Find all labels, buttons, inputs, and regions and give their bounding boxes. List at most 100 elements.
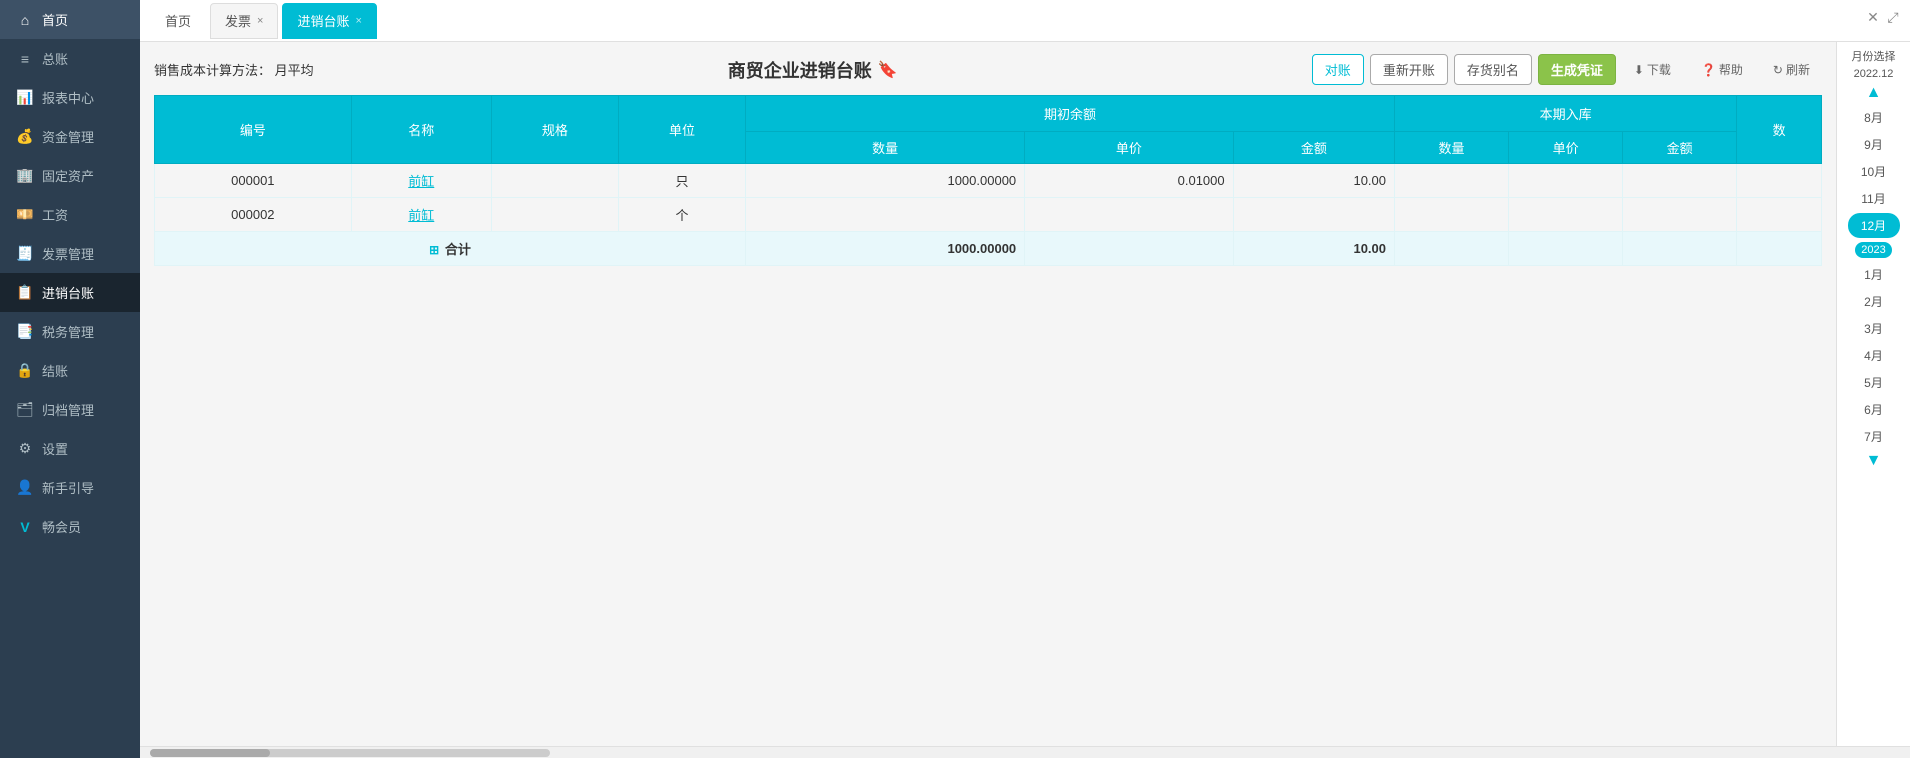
tab-purchase-sales-close[interactable]: × xyxy=(355,15,361,27)
sidebar-item-guide[interactable]: 👤 新手引导 xyxy=(0,468,140,507)
cell-extra xyxy=(1737,198,1822,232)
tab-invoice-close[interactable]: × xyxy=(257,15,263,27)
cell-in-price xyxy=(1509,198,1623,232)
col-group-inbound: 本期入库 xyxy=(1395,96,1737,132)
page-title: 商贸企业进销台账 🔖 xyxy=(728,57,898,83)
month-item-2023-2[interactable]: 2月 xyxy=(1848,289,1900,314)
sidebar-item-label: 设置 xyxy=(42,439,68,458)
sidebar-item-vip[interactable]: V 畅会员 xyxy=(0,507,140,546)
cost-method: 销售成本计算方法： 月平均 xyxy=(154,60,314,79)
sidebar-item-tax[interactable]: 📑 税务管理 xyxy=(0,312,140,351)
data-table: 编号 名称 规格 单位 期初余额 本期入库 数 数量 单价 金额 数量 单价 xyxy=(154,95,1822,266)
col-extra: 数 xyxy=(1737,96,1822,164)
close-button[interactable]: ✕ xyxy=(1864,8,1882,26)
cell-spec xyxy=(491,164,618,198)
col-opening-amount: 金额 xyxy=(1233,132,1394,164)
tab-purchase-sales[interactable]: 进销台账 × xyxy=(282,3,376,39)
tab-home[interactable]: 首页 xyxy=(150,3,206,39)
tab-bar: 首页 发票 × 进销台账 × xyxy=(140,0,1910,42)
scroll-down-button[interactable]: ▼ xyxy=(1866,450,1882,472)
cell-in-qty xyxy=(1395,198,1509,232)
tab-purchase-sales-label: 进销台账 xyxy=(297,11,349,30)
sidebar-item-archive[interactable]: 🗂 归档管理 xyxy=(0,390,140,429)
total-in-qty xyxy=(1395,232,1509,266)
cell-in-qty xyxy=(1395,164,1509,198)
tab-home-label: 首页 xyxy=(165,11,191,30)
col-in-price: 单价 xyxy=(1509,132,1623,164)
download-label: 下载 xyxy=(1647,61,1671,78)
vip-icon: V xyxy=(16,519,34,535)
cell-code: 000001 xyxy=(155,164,352,198)
sidebar-item-reports[interactable]: 📊 报表中心 xyxy=(0,78,140,117)
sidebar-item-label: 归档管理 xyxy=(42,400,94,419)
download-button[interactable]: ⬇ 下载 xyxy=(1622,56,1683,83)
month-item-11[interactable]: 11月 xyxy=(1848,186,1900,211)
sidebar-item-label: 进销台账 xyxy=(42,283,94,302)
month-item-2023-1[interactable]: 1月 xyxy=(1848,262,1900,287)
sidebar-item-purchase-sales[interactable]: 📋 进销台账 xyxy=(0,273,140,312)
sidebar-item-assets[interactable]: 🏢 固定资产 xyxy=(0,156,140,195)
cell-code: 000002 xyxy=(155,198,352,232)
month-item-2023-5[interactable]: 5月 xyxy=(1848,370,1900,395)
sidebar-item-label: 新手引导 xyxy=(42,478,94,497)
tab-invoice[interactable]: 发票 × xyxy=(210,3,278,39)
info-icon[interactable]: 🔖 xyxy=(878,60,898,80)
month-panel-year-2022: 2022.12 xyxy=(1854,68,1894,80)
page-body: 销售成本计算方法： 月平均 商贸企业进销台账 🔖 对账 重新开账 存货别名 生成… xyxy=(140,42,1836,746)
cost-method-value: 月平均 xyxy=(275,63,314,78)
year-2023-badge: 2023 xyxy=(1855,242,1891,258)
generate-voucher-button[interactable]: 生成凭证 xyxy=(1538,54,1616,85)
window-controls: ✕ ⤢ xyxy=(1856,0,1910,26)
ledger-icon: ≡ xyxy=(16,51,34,67)
bottom-scrollbar[interactable] xyxy=(140,746,1910,758)
reopen-button[interactable]: 重新开账 xyxy=(1370,54,1448,85)
month-item-12[interactable]: 12月 xyxy=(1848,213,1900,238)
col-in-qty: 数量 xyxy=(1395,132,1509,164)
cell-in-amount xyxy=(1623,164,1737,198)
month-item-8[interactable]: 8月 xyxy=(1848,105,1900,130)
month-item-10[interactable]: 10月 xyxy=(1848,159,1900,184)
sidebar-item-funds[interactable]: 💰 资金管理 xyxy=(0,117,140,156)
purchase-sales-icon: 📋 xyxy=(16,284,34,301)
name-link[interactable]: 前缸 xyxy=(408,208,434,223)
month-item-9[interactable]: 9月 xyxy=(1848,132,1900,157)
refresh-button[interactable]: ↻ 刷新 xyxy=(1761,56,1822,83)
sidebar-item-payroll[interactable]: 💴 工资 xyxy=(0,195,140,234)
month-item-2023-3[interactable]: 3月 xyxy=(1848,316,1900,341)
month-item-2023-6[interactable]: 6月 xyxy=(1848,397,1900,422)
reconcile-button[interactable]: 对账 xyxy=(1312,54,1364,85)
sidebar-item-home[interactable]: ⌂ 首页 xyxy=(0,0,140,39)
maximize-button[interactable]: ⤢ xyxy=(1884,8,1902,26)
help-button[interactable]: ❓ 帮助 xyxy=(1689,56,1755,83)
assets-icon: 🏢 xyxy=(16,167,34,184)
payroll-icon: 💴 xyxy=(16,206,34,223)
sidebar-item-settings[interactable]: ⚙ 设置 xyxy=(0,429,140,468)
sidebar-item-ledger[interactable]: ≡ 总账 xyxy=(0,39,140,78)
cell-opening-price xyxy=(1025,198,1233,232)
cell-spec xyxy=(491,198,618,232)
col-group-opening: 期初余额 xyxy=(746,96,1395,132)
total-label: 合计 xyxy=(445,242,471,257)
scroll-track[interactable] xyxy=(150,749,550,757)
total-opening-price xyxy=(1025,232,1233,266)
sidebar-item-label: 工资 xyxy=(42,205,68,224)
name-link[interactable]: 前缸 xyxy=(408,174,434,189)
guide-icon: 👤 xyxy=(16,479,34,496)
cell-opening-qty: 1000.00000 xyxy=(746,164,1025,198)
month-panel-title: 月份选择 xyxy=(1852,48,1896,64)
scroll-up-button[interactable]: ▲ xyxy=(1866,82,1882,104)
sidebar-item-invoice-mgmt[interactable]: 🧾 发票管理 xyxy=(0,234,140,273)
month-item-2023-4[interactable]: 4月 xyxy=(1848,343,1900,368)
save-alias-button[interactable]: 存货别名 xyxy=(1454,54,1532,85)
scroll-thumb[interactable] xyxy=(150,749,270,757)
refresh-icon: ↻ xyxy=(1773,63,1783,77)
closing-icon: 🔒 xyxy=(16,362,34,379)
col-code: 编号 xyxy=(155,96,352,164)
action-buttons: 对账 重新开账 存货别名 生成凭证 ⬇ 下载 ❓ 帮助 ↻ 刷新 xyxy=(1312,54,1822,85)
col-opening-qty: 数量 xyxy=(746,132,1025,164)
content-area: 销售成本计算方法： 月平均 商贸企业进销台账 🔖 对账 重新开账 存货别名 生成… xyxy=(140,42,1910,746)
archive-icon: 🗂 xyxy=(16,401,34,418)
cell-opening-amount: 10.00 xyxy=(1233,164,1394,198)
month-item-2023-7[interactable]: 7月 xyxy=(1848,424,1900,449)
sidebar-item-closing[interactable]: 🔒 结账 xyxy=(0,351,140,390)
